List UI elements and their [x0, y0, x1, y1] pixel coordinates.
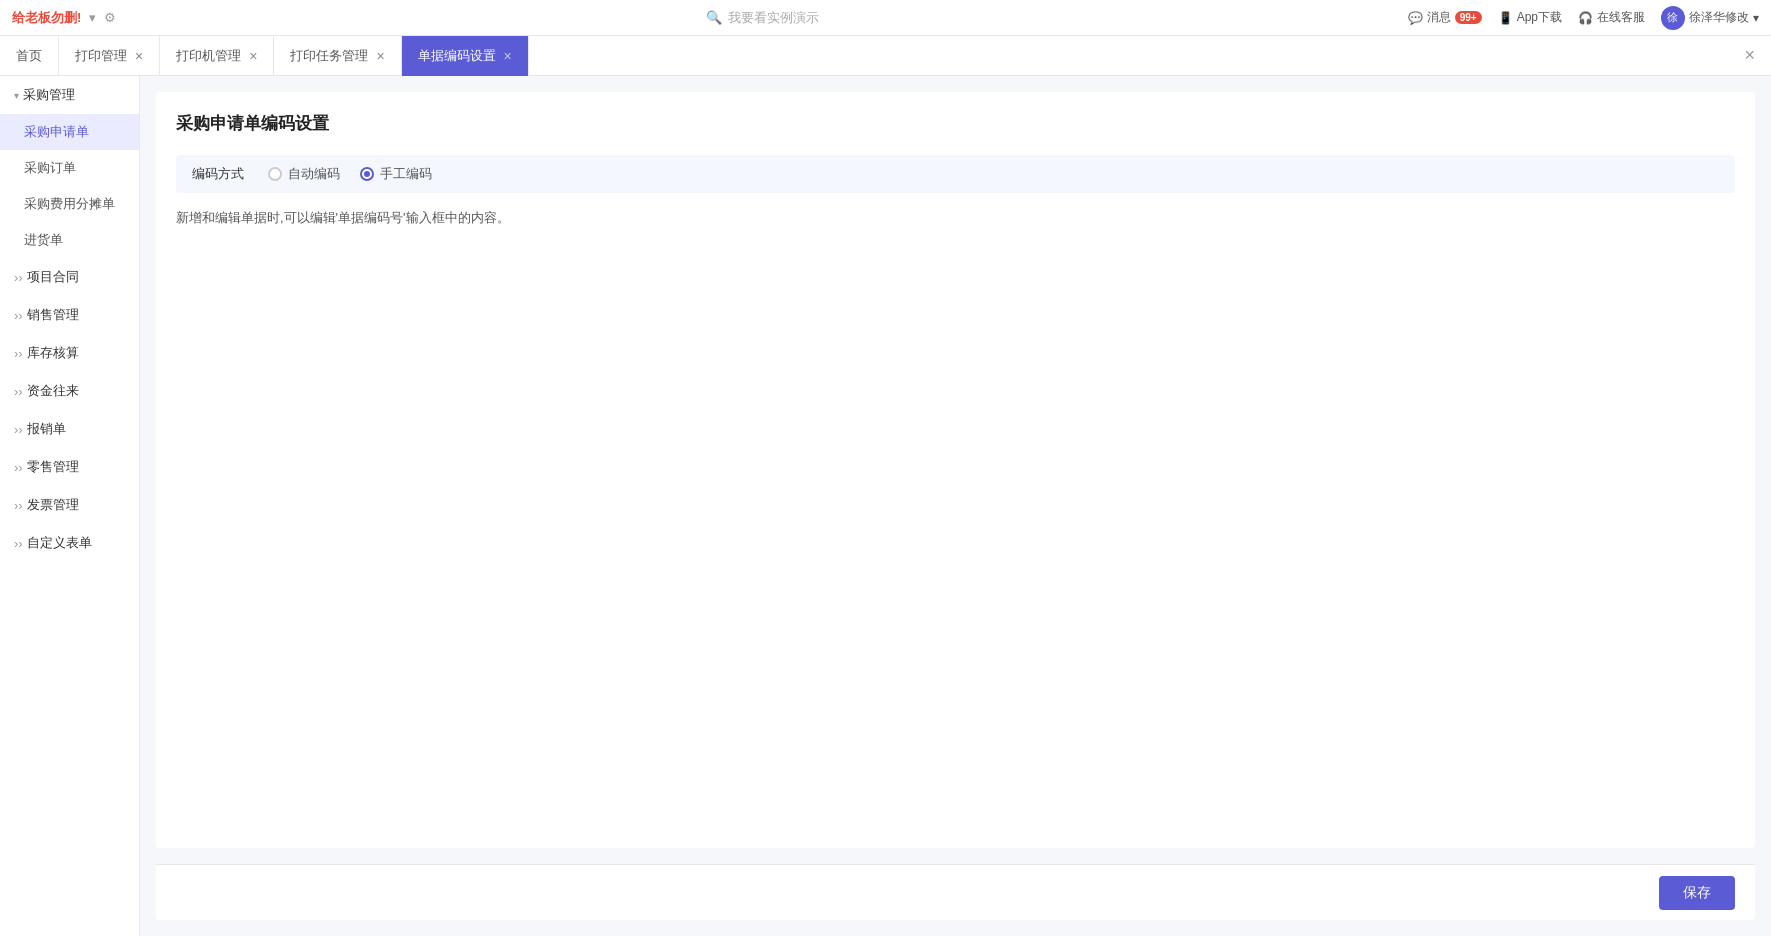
- tab-print-mgmt[interactable]: 打印管理 ×: [59, 36, 160, 76]
- sidebar-group-custom-form-label: 自定义表单: [27, 534, 92, 552]
- online-service-btn[interactable]: 🎧 在线客服: [1578, 9, 1645, 26]
- app-logo: 给老板勿删!: [12, 9, 81, 27]
- message-icon: 💬: [1408, 11, 1423, 25]
- retail-arrow: ›: [14, 460, 23, 475]
- content-footer: 保存: [156, 864, 1755, 920]
- tab-print-task[interactable]: 打印任务管理 ×: [274, 36, 401, 76]
- sidebar-group-capital[interactable]: › 资金往来: [0, 372, 139, 410]
- tab-bar-close-all[interactable]: ×: [1728, 36, 1771, 76]
- tab-home[interactable]: 首页: [0, 36, 59, 76]
- auto-code-radio[interactable]: [268, 167, 282, 181]
- app-icon: 📱: [1498, 11, 1513, 25]
- tab-print-task-label: 打印任务管理: [290, 47, 368, 65]
- radio-group: 自动编码 手工编码: [268, 165, 432, 183]
- capital-arrow: ›: [14, 384, 23, 399]
- inventory-arrow: ›: [14, 346, 23, 361]
- top-bar: 给老板勿删! ⚙ 🔍 我要看实例演示 💬 消息 99+ 📱 App下载 🎧 在线…: [0, 0, 1771, 36]
- encoding-row: 编码方式 自动编码 手工编码: [176, 155, 1735, 193]
- sidebar-group-returns-label: 报销单: [27, 420, 66, 438]
- sidebar-group-purchase-label: 采购管理: [23, 86, 75, 104]
- top-bar-right: 💬 消息 99+ 📱 App下载 🎧 在线客服 徐 徐泽华修改: [1408, 6, 1759, 30]
- tab-print-task-close[interactable]: ×: [376, 48, 384, 64]
- sidebar-group-retail-label: 零售管理: [27, 458, 79, 476]
- dropdown-icon[interactable]: [89, 10, 96, 25]
- sidebar-group-inventory-label: 库存核算: [27, 344, 79, 362]
- service-icon: 🎧: [1578, 11, 1593, 25]
- encoding-method-label: 编码方式: [192, 165, 244, 183]
- sidebar-group-project[interactable]: › 项目合同: [0, 258, 139, 296]
- sidebar-item-purchase-order-label: 采购订单: [24, 160, 76, 175]
- settings-icon[interactable]: ⚙: [104, 10, 116, 25]
- manual-code-label: 手工编码: [380, 165, 432, 183]
- sidebar-group-retail[interactable]: › 零售管理: [0, 448, 139, 486]
- auto-code-option[interactable]: 自动编码: [268, 165, 340, 183]
- sidebar-item-goods-receipt-label: 进货单: [24, 232, 63, 247]
- sidebar-item-purchase-request-label: 采购申请单: [24, 124, 89, 139]
- sidebar-item-purchase-expense[interactable]: 采购费用分摊单: [0, 186, 139, 222]
- tab-single-code-label: 单据编码设置: [418, 47, 496, 65]
- tab-single-code-close[interactable]: ×: [504, 48, 512, 64]
- purchase-arrow: ▾: [14, 90, 19, 101]
- message-badge: 99+: [1455, 11, 1482, 24]
- sidebar-group-capital-label: 资金往来: [27, 382, 79, 400]
- sidebar-item-purchase-expense-label: 采购费用分摊单: [24, 196, 115, 211]
- sidebar-group-custom-form[interactable]: › 自定义表单: [0, 524, 139, 562]
- returns-arrow: ›: [14, 422, 23, 437]
- sales-arrow: ›: [14, 308, 23, 323]
- auto-code-label: 自动编码: [288, 165, 340, 183]
- top-bar-center: 🔍 我要看实例演示: [706, 9, 819, 27]
- sidebar-group-project-label: 项目合同: [27, 268, 79, 286]
- sidebar-group-sales-label: 销售管理: [27, 306, 79, 324]
- manual-code-option[interactable]: 手工编码: [360, 165, 432, 183]
- sidebar-group-inventory[interactable]: › 库存核算: [0, 334, 139, 372]
- message-btn[interactable]: 💬 消息 99+: [1408, 9, 1482, 26]
- tab-home-label: 首页: [16, 47, 42, 65]
- tab-printer-mgmt-close[interactable]: ×: [249, 48, 257, 64]
- sidebar-group-sales[interactable]: › 销售管理: [0, 296, 139, 334]
- sidebar-item-goods-receipt[interactable]: 进货单: [0, 222, 139, 258]
- user-dropdown-icon: [1753, 11, 1759, 25]
- user-menu[interactable]: 徐 徐泽华修改: [1661, 6, 1759, 30]
- top-bar-left: 给老板勿删! ⚙: [12, 9, 116, 27]
- main-layout: ▾ 采购管理 采购申请单 采购订单 采购费用分摊单 进货单 › 项目合同 › 销…: [0, 76, 1771, 936]
- manual-code-radio[interactable]: [360, 167, 374, 181]
- username-label: 徐泽华修改: [1689, 9, 1749, 26]
- page-title: 采购申请单编码设置: [176, 112, 1735, 135]
- sidebar-group-returns[interactable]: › 报销单: [0, 410, 139, 448]
- avatar: 徐: [1661, 6, 1685, 30]
- content-main: 采购申请单编码设置 编码方式 自动编码 手工编码 新增和编辑单据时,可以编辑'单…: [156, 92, 1755, 848]
- search-text: 我要看实例演示: [728, 9, 819, 27]
- hint-text: 新增和编辑单据时,可以编辑'单据编码号'输入框中的内容。: [176, 209, 1735, 227]
- sidebar-item-purchase-order[interactable]: 采购订单: [0, 150, 139, 186]
- message-label: 消息: [1427, 9, 1451, 26]
- custom-form-arrow: ›: [14, 536, 23, 551]
- save-button[interactable]: 保存: [1659, 876, 1735, 910]
- sidebar-group-invoice-label: 发票管理: [27, 496, 79, 514]
- tab-print-mgmt-label: 打印管理: [75, 47, 127, 65]
- project-arrow: ›: [14, 270, 23, 285]
- invoice-arrow: ›: [14, 498, 23, 513]
- sidebar-item-purchase-request[interactable]: 采购申请单: [0, 114, 139, 150]
- tab-print-mgmt-close[interactable]: ×: [135, 48, 143, 64]
- sidebar-group-invoice[interactable]: › 发票管理: [0, 486, 139, 524]
- app-download-label: App下载: [1517, 9, 1562, 26]
- sidebar-group-purchase[interactable]: ▾ 采购管理: [0, 76, 139, 114]
- app-download-btn[interactable]: 📱 App下载: [1498, 9, 1562, 26]
- tab-printer-mgmt-label: 打印机管理: [176, 47, 241, 65]
- online-service-label: 在线客服: [1597, 9, 1645, 26]
- search-icon: 🔍: [706, 10, 722, 25]
- tab-printer-mgmt[interactable]: 打印机管理 ×: [160, 36, 274, 76]
- tab-bar: 首页 打印管理 × 打印机管理 × 打印任务管理 × 单据编码设置 × ×: [0, 36, 1771, 76]
- tab-single-code[interactable]: 单据编码设置 ×: [402, 36, 529, 76]
- content-area: 采购申请单编码设置 编码方式 自动编码 手工编码 新增和编辑单据时,可以编辑'单…: [140, 76, 1771, 936]
- sidebar: ▾ 采购管理 采购申请单 采购订单 采购费用分摊单 进货单 › 项目合同 › 销…: [0, 76, 140, 936]
